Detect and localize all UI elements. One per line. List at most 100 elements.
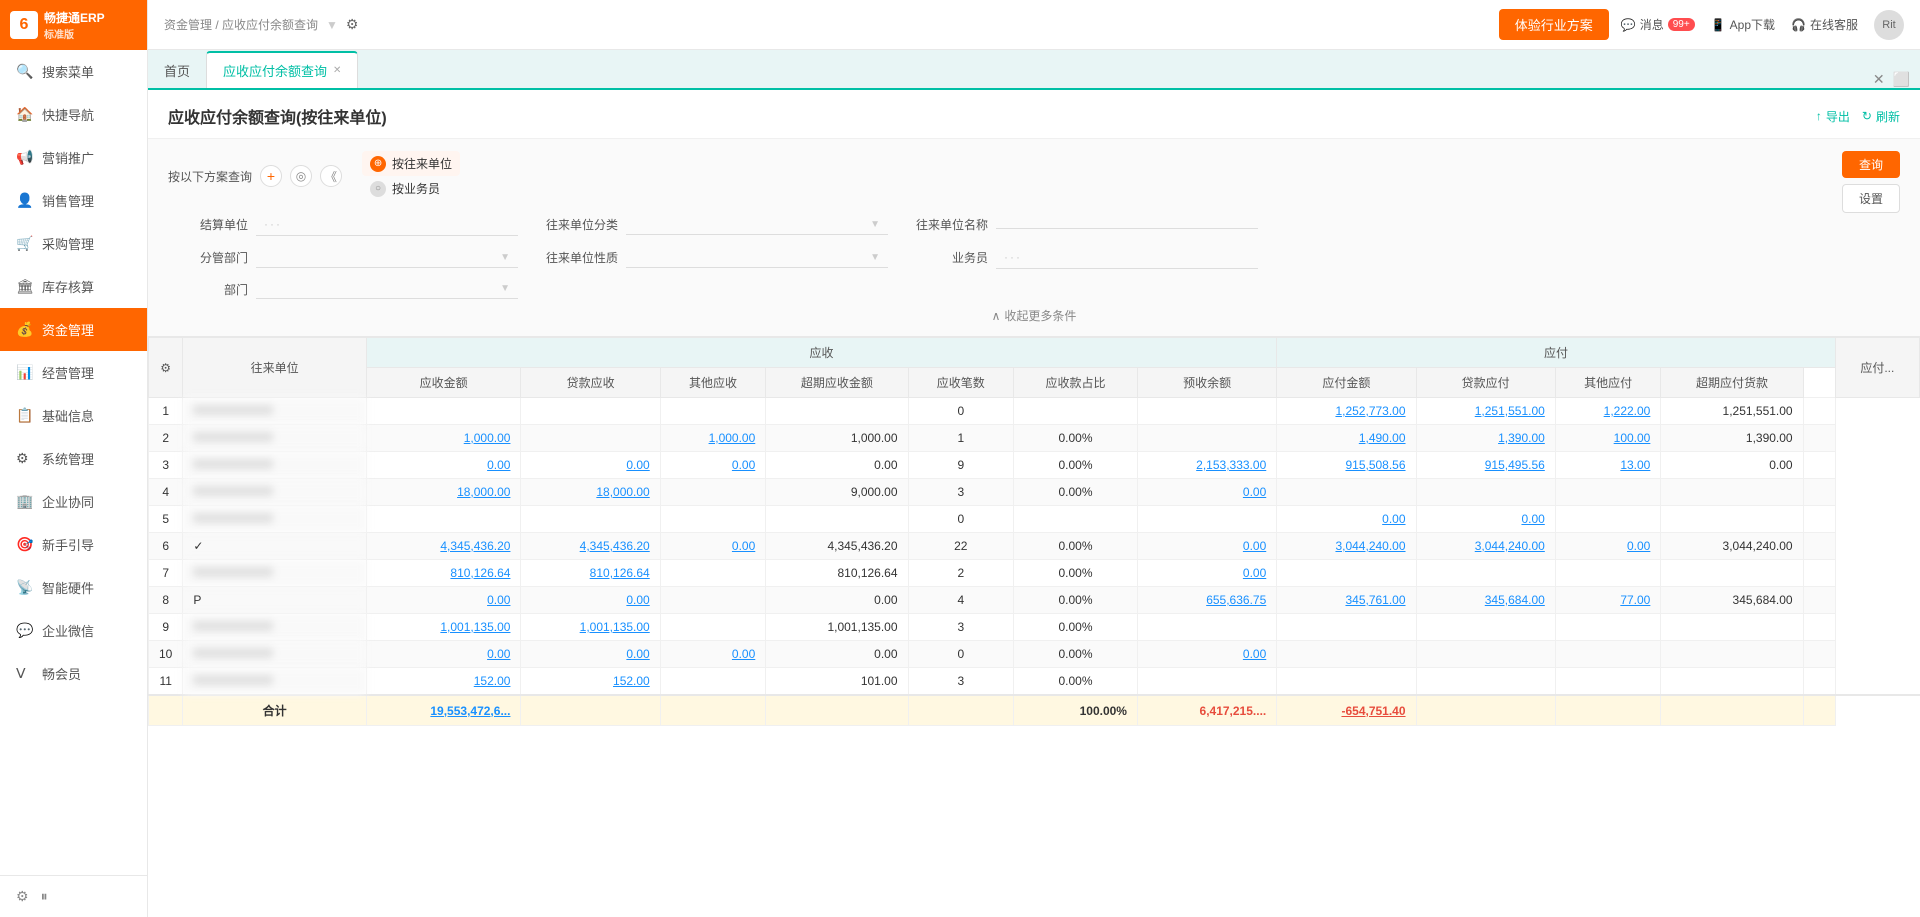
cell-payable-amount[interactable]: 345,761.00 <box>1277 587 1416 614</box>
cell-other-receivable[interactable]: 0.00 <box>660 641 766 668</box>
cell-loan-payable[interactable]: 345,684.00 <box>1416 587 1555 614</box>
cell-link[interactable]: 1,252,773.00 <box>1335 404 1405 418</box>
cell-other-receivable[interactable]: 0.00 <box>660 533 766 560</box>
cell-prepay-balance[interactable]: 0.00 <box>1137 533 1276 560</box>
sidebar-item-quick-nav[interactable]: 🏠 快捷导航 <box>0 93 147 136</box>
cell-link[interactable]: 0.00 <box>487 458 510 472</box>
party-nature-input[interactable]: ▼ <box>626 248 888 268</box>
sidebar-item-member[interactable]: Ⅴ 畅会员 <box>0 652 147 695</box>
cell-link[interactable]: 345,684.00 <box>1485 593 1545 607</box>
cell-link[interactable]: 810,126.64 <box>450 566 510 580</box>
cell-payable-amount[interactable]: 1,490.00 <box>1277 425 1416 452</box>
cell-link[interactable]: 0.00 <box>1243 647 1266 661</box>
refresh-button[interactable]: ↻ 刷新 <box>1862 108 1900 125</box>
export-button[interactable]: ↑ 导出 <box>1816 108 1850 125</box>
cell-loan-payable[interactable]: 3,044,240.00 <box>1416 533 1555 560</box>
cell-loan-receivable[interactable]: 0.00 <box>521 452 660 479</box>
cell-link[interactable]: 0.00 <box>487 647 510 661</box>
department-input[interactable]: ▼ <box>256 279 518 299</box>
cell-receivable-amount[interactable]: 152.00 <box>366 668 521 696</box>
message-button[interactable]: 💬 消息 99+ <box>1621 16 1695 33</box>
tab-expand-icon[interactable]: ⬜ <box>1893 71 1910 88</box>
dept-input[interactable]: ▼ <box>256 248 518 268</box>
sidebar-item-operation[interactable]: 📊 经营管理 <box>0 351 147 394</box>
cell-other-receivable[interactable]: 1,000.00 <box>660 425 766 452</box>
filter-add-button[interactable]: + <box>260 165 282 187</box>
cell-prepay-balance[interactable]: 0.00 <box>1137 641 1276 668</box>
cell-link[interactable]: 0.00 <box>1243 539 1266 553</box>
footer-payable-total[interactable]: -654,751.40 <box>1277 695 1416 726</box>
cell-payable-amount[interactable]: 1,252,773.00 <box>1277 398 1416 425</box>
sidebar-collapse-icon[interactable]: ⏸ <box>41 888 48 905</box>
cell-other-receivable[interactable]: 0.00 <box>660 452 766 479</box>
cell-link[interactable]: 152.00 <box>474 674 511 688</box>
settlement-unit-input[interactable]: ··· <box>256 213 518 236</box>
filter-by-salesperson[interactable]: ○ 按业务员 <box>362 176 460 201</box>
cell-receivable-amount[interactable]: 0.00 <box>366 452 521 479</box>
sidebar-item-search-menu[interactable]: 🔍 搜索菜单 <box>0 50 147 93</box>
user-avatar[interactable]: Rit <box>1874 10 1904 40</box>
cell-link[interactable]: 0.00 <box>626 593 649 607</box>
query-button[interactable]: 查询 <box>1842 151 1900 178</box>
cell-link[interactable]: 915,508.56 <box>1345 458 1405 472</box>
cell-link[interactable]: 0.00 <box>1627 539 1650 553</box>
cell-link[interactable]: 810,126.64 <box>590 566 650 580</box>
sidebar-item-smart-hw[interactable]: 📡 智能硬件 <box>0 566 147 609</box>
cell-link[interactable]: 18,000.00 <box>596 485 649 499</box>
sidebar-settings-icon[interactable]: ⚙ <box>16 888 29 905</box>
cell-link[interactable]: 18,000.00 <box>457 485 510 499</box>
cell-receivable-amount[interactable]: 1,000.00 <box>366 425 521 452</box>
cell-loan-receivable[interactable]: 0.00 <box>521 587 660 614</box>
cell-loan-payable[interactable]: 1,390.00 <box>1416 425 1555 452</box>
cell-link[interactable]: 3,044,240.00 <box>1475 539 1545 553</box>
cell-link[interactable]: 13.00 <box>1620 458 1650 472</box>
salesperson-input[interactable]: ··· <box>996 246 1258 269</box>
cell-prepay-balance[interactable]: 655,636.75 <box>1137 587 1276 614</box>
cell-receivable-amount[interactable]: 0.00 <box>366 587 521 614</box>
cell-payable-amount[interactable]: 915,508.56 <box>1277 452 1416 479</box>
settings-button[interactable]: 设置 <box>1842 184 1900 213</box>
cell-loan-receivable[interactable]: 810,126.64 <box>521 560 660 587</box>
cell-link[interactable]: 345,761.00 <box>1345 593 1405 607</box>
cell-link[interactable]: 1,001,135.00 <box>580 620 650 634</box>
cell-link[interactable]: 1,001,135.00 <box>440 620 510 634</box>
cell-receivable-amount[interactable]: 4,345,436.20 <box>366 533 521 560</box>
footer-receivable-total[interactable]: 19,553,472,6... <box>366 695 521 726</box>
sidebar-item-marketing[interactable]: 📢 营销推广 <box>0 136 147 179</box>
cell-link[interactable]: 3,044,240.00 <box>1335 539 1405 553</box>
cell-loan-payable[interactable]: 0.00 <box>1416 506 1555 533</box>
sidebar-item-wechat[interactable]: 💬 企业微信 <box>0 609 147 652</box>
filter-by-party[interactable]: ⊕ 按往来单位 <box>362 151 460 176</box>
cell-loan-receivable[interactable]: 18,000.00 <box>521 479 660 506</box>
cell-link[interactable]: 4,345,436.20 <box>580 539 650 553</box>
cell-link[interactable]: 0.00 <box>1243 485 1266 499</box>
cell-other-payable[interactable]: 77.00 <box>1555 587 1661 614</box>
cell-loan-receivable[interactable]: 4,345,436.20 <box>521 533 660 560</box>
cell-receivable-amount[interactable]: 0.00 <box>366 641 521 668</box>
cell-link[interactable]: 0.00 <box>732 458 755 472</box>
sidebar-item-enterprise[interactable]: 🏢 企业协同 <box>0 480 147 523</box>
cell-receivable-amount[interactable]: 18,000.00 <box>366 479 521 506</box>
cell-link[interactable]: 1,000.00 <box>709 431 756 445</box>
filter-scheme-button[interactable]: ◎ <box>290 165 312 187</box>
sidebar-item-inventory[interactable]: 🏛 库存核算 <box>0 265 147 308</box>
cell-link[interactable]: 1,000.00 <box>464 431 511 445</box>
cell-receivable-amount[interactable]: 1,001,135.00 <box>366 614 521 641</box>
cell-receivable-amount[interactable]: 810,126.64 <box>366 560 521 587</box>
cell-prepay-balance[interactable]: 0.00 <box>1137 479 1276 506</box>
cell-link[interactable]: 655,636.75 <box>1206 593 1266 607</box>
cell-prepay-balance[interactable]: 0.00 <box>1137 560 1276 587</box>
cell-link[interactable]: 915,495.56 <box>1485 458 1545 472</box>
tab-arbalance[interactable]: 应收应付余额查询 ✕ <box>206 51 358 88</box>
cell-payable-amount[interactable]: 3,044,240.00 <box>1277 533 1416 560</box>
sidebar-item-sales[interactable]: 👤 销售管理 <box>0 179 147 222</box>
cell-loan-payable[interactable]: 1,251,551.00 <box>1416 398 1555 425</box>
cell-loan-receivable[interactable]: 1,001,135.00 <box>521 614 660 641</box>
cell-payable-amount[interactable]: 0.00 <box>1277 506 1416 533</box>
online-service-button[interactable]: 🎧 在线客服 <box>1791 16 1858 33</box>
cell-other-payable[interactable]: 100.00 <box>1555 425 1661 452</box>
cell-loan-receivable[interactable]: 152.00 <box>521 668 660 696</box>
party-category-input[interactable]: ▼ <box>626 215 888 235</box>
cell-link[interactable]: 100.00 <box>1614 431 1651 445</box>
cell-link[interactable]: 1,390.00 <box>1498 431 1545 445</box>
